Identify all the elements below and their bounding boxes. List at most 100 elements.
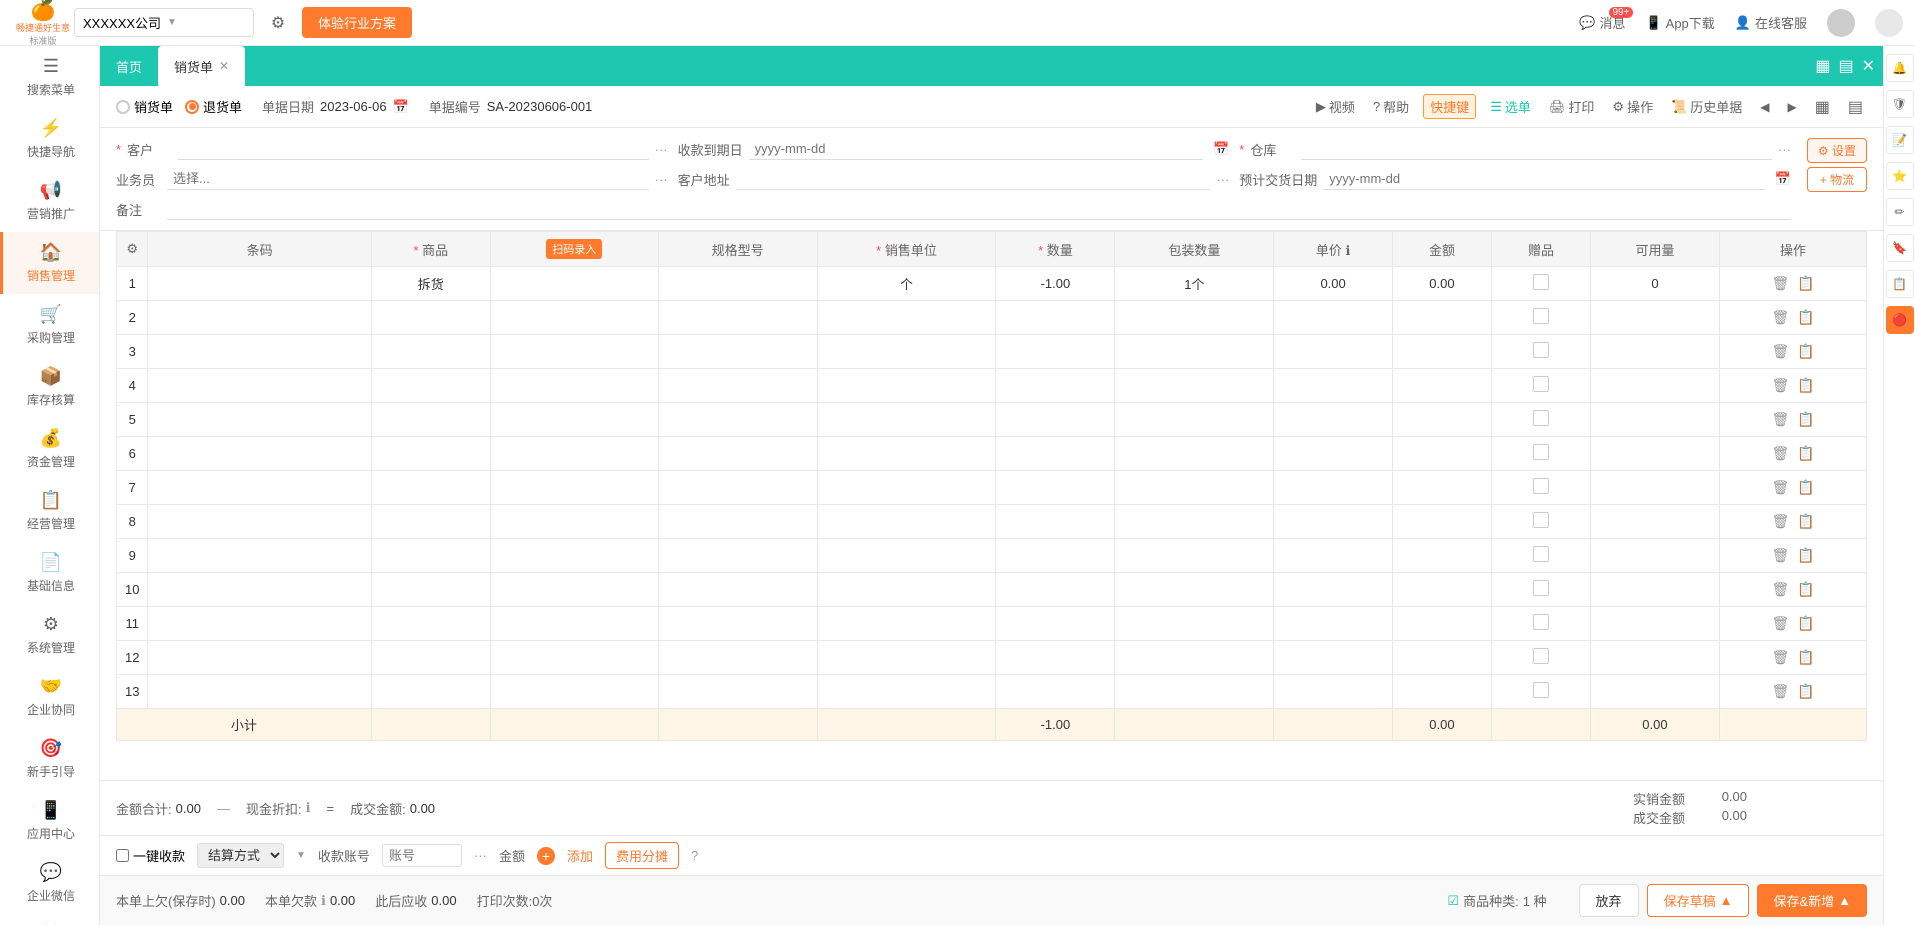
cell-price[interactable] bbox=[1274, 641, 1393, 675]
message-button[interactable]: 💬 消息 99+ bbox=[1579, 13, 1625, 32]
select-btn[interactable]: ☰ 选单 bbox=[1486, 95, 1535, 118]
cell-gift[interactable] bbox=[1491, 267, 1590, 301]
copy-row-btn[interactable]: 📋 bbox=[1795, 341, 1816, 362]
cell-price[interactable] bbox=[1274, 335, 1393, 369]
delete-row-btn[interactable]: 🗑 bbox=[1770, 409, 1792, 430]
cell-product[interactable] bbox=[371, 505, 490, 539]
cell-unit[interactable] bbox=[817, 573, 996, 607]
delete-row-btn[interactable]: 🗑 bbox=[1770, 579, 1792, 600]
date-value[interactable]: 2023-06-06 bbox=[320, 99, 387, 114]
right-btn-orange[interactable]: 🔴 bbox=[1886, 306, 1914, 334]
cell-product[interactable] bbox=[371, 675, 490, 709]
copy-row-btn[interactable]: 📋 bbox=[1795, 477, 1816, 498]
cell-price[interactable] bbox=[1274, 607, 1393, 641]
cell-pkg-qty[interactable] bbox=[1115, 471, 1274, 505]
cell-barcode[interactable] bbox=[148, 267, 371, 301]
company-selector[interactable]: XXXXXX公司 ▼ bbox=[74, 8, 254, 37]
cell-unit[interactable] bbox=[817, 335, 996, 369]
cell-amount[interactable] bbox=[1392, 369, 1491, 403]
tab-close-all-icon[interactable]: ✕ bbox=[1862, 56, 1875, 76]
cell-product[interactable] bbox=[371, 369, 490, 403]
customer-address-input[interactable] bbox=[736, 168, 1211, 190]
gift-checkbox[interactable] bbox=[1533, 308, 1549, 324]
cell-barcode[interactable] bbox=[148, 301, 371, 335]
payment-account-input[interactable] bbox=[382, 844, 462, 867]
cell-gift[interactable] bbox=[1491, 301, 1590, 335]
print-btn[interactable]: 🖨 打印 bbox=[1545, 95, 1599, 118]
radio-sales-order[interactable]: 销货单 bbox=[116, 97, 173, 116]
grid-view-btn[interactable]: ▤ bbox=[1844, 95, 1867, 119]
cell-qty[interactable] bbox=[996, 641, 1115, 675]
cell-amount[interactable] bbox=[1392, 505, 1491, 539]
customer-dots-icon[interactable]: ··· bbox=[655, 142, 668, 157]
sidebar-item-system[interactable]: ⚙ 系统管理 bbox=[0, 604, 99, 666]
copy-row-btn[interactable]: 📋 bbox=[1795, 375, 1816, 396]
gift-checkbox[interactable] bbox=[1533, 444, 1549, 460]
cell-gift[interactable] bbox=[1491, 437, 1590, 471]
copy-row-btn[interactable]: 📋 bbox=[1795, 409, 1816, 430]
cell-spec[interactable] bbox=[658, 675, 817, 709]
cell-pkg-qty[interactable] bbox=[1115, 369, 1274, 403]
cell-unit[interactable] bbox=[817, 539, 996, 573]
scan-button[interactable]: 扫码录入 bbox=[546, 239, 602, 259]
cell-gift[interactable] bbox=[1491, 505, 1590, 539]
cell-qty[interactable] bbox=[996, 539, 1115, 573]
cell-amount[interactable]: 0.00 bbox=[1392, 267, 1491, 301]
gift-checkbox[interactable] bbox=[1533, 512, 1549, 528]
sidebar-item-basic-info[interactable]: 📄 基础信息 bbox=[0, 542, 99, 604]
cell-pkg-qty[interactable] bbox=[1115, 675, 1274, 709]
right-btn-edit[interactable]: ✏ bbox=[1886, 198, 1914, 226]
discount-info-icon[interactable]: ℹ bbox=[306, 800, 311, 816]
cell-qty[interactable] bbox=[996, 573, 1115, 607]
cell-unit[interactable] bbox=[817, 369, 996, 403]
tab-layout-icon2[interactable]: ▤ bbox=[1838, 56, 1853, 76]
cell-barcode[interactable] bbox=[148, 437, 371, 471]
cell-qty[interactable] bbox=[996, 505, 1115, 539]
cell-amount[interactable] bbox=[1392, 301, 1491, 335]
col-config[interactable]: ⚙ bbox=[117, 232, 148, 267]
cell-product[interactable] bbox=[371, 301, 490, 335]
cell-spec[interactable] bbox=[658, 267, 817, 301]
prev-btn[interactable]: ◀ bbox=[1756, 98, 1773, 116]
cell-price[interactable] bbox=[1274, 675, 1393, 709]
copy-row-btn[interactable]: 📋 bbox=[1795, 579, 1816, 600]
address-dots-icon[interactable]: ··· bbox=[1216, 172, 1229, 187]
one-click-payment-input[interactable] bbox=[116, 849, 129, 862]
help-btn[interactable]: ? 帮助 bbox=[1369, 95, 1413, 118]
cell-pkg-qty[interactable] bbox=[1115, 573, 1274, 607]
cell-spec[interactable] bbox=[658, 369, 817, 403]
cell-barcode[interactable] bbox=[148, 641, 371, 675]
cell-barcode[interactable] bbox=[148, 505, 371, 539]
copy-row-btn[interactable]: 📋 bbox=[1795, 647, 1816, 668]
cell-amount[interactable] bbox=[1392, 335, 1491, 369]
cell-pkg-qty[interactable] bbox=[1115, 641, 1274, 675]
cell-barcode[interactable] bbox=[148, 335, 371, 369]
delete-row-btn[interactable]: 🗑 bbox=[1770, 681, 1792, 702]
cell-qty[interactable] bbox=[996, 607, 1115, 641]
cell-barcode[interactable] bbox=[148, 539, 371, 573]
cell-amount[interactable] bbox=[1392, 403, 1491, 437]
sidebar-item-sales[interactable]: 🏠 销售管理 bbox=[0, 232, 99, 294]
gift-checkbox[interactable] bbox=[1533, 342, 1549, 358]
save-new-button[interactable]: 保存&新增 ▲ bbox=[1757, 884, 1867, 917]
delete-row-btn[interactable]: 🗑 bbox=[1770, 341, 1792, 362]
expected-delivery-input[interactable] bbox=[1323, 168, 1764, 190]
tab-home[interactable]: 首页 bbox=[100, 46, 158, 86]
warehouse-dots-icon[interactable]: ··· bbox=[1778, 142, 1791, 157]
cell-amount[interactable] bbox=[1392, 573, 1491, 607]
cell-product[interactable] bbox=[371, 641, 490, 675]
sidebar-item-vip[interactable]: 👑 畅会员 bbox=[0, 914, 99, 925]
cell-gift[interactable] bbox=[1491, 335, 1590, 369]
cell-unit[interactable] bbox=[817, 675, 996, 709]
right-btn-notification[interactable]: 🔔 bbox=[1886, 54, 1914, 82]
cell-unit[interactable] bbox=[817, 437, 996, 471]
history-btn[interactable]: 📜 历史单据 bbox=[1667, 95, 1746, 118]
gift-checkbox[interactable] bbox=[1533, 410, 1549, 426]
cell-price[interactable] bbox=[1274, 505, 1393, 539]
avatar-2[interactable] bbox=[1875, 9, 1903, 37]
cell-amount[interactable] bbox=[1392, 437, 1491, 471]
account-dots-icon[interactable]: ··· bbox=[474, 848, 487, 863]
cell-amount[interactable] bbox=[1392, 675, 1491, 709]
cell-spec[interactable] bbox=[658, 301, 817, 335]
copy-row-btn[interactable]: 📋 bbox=[1795, 273, 1816, 294]
